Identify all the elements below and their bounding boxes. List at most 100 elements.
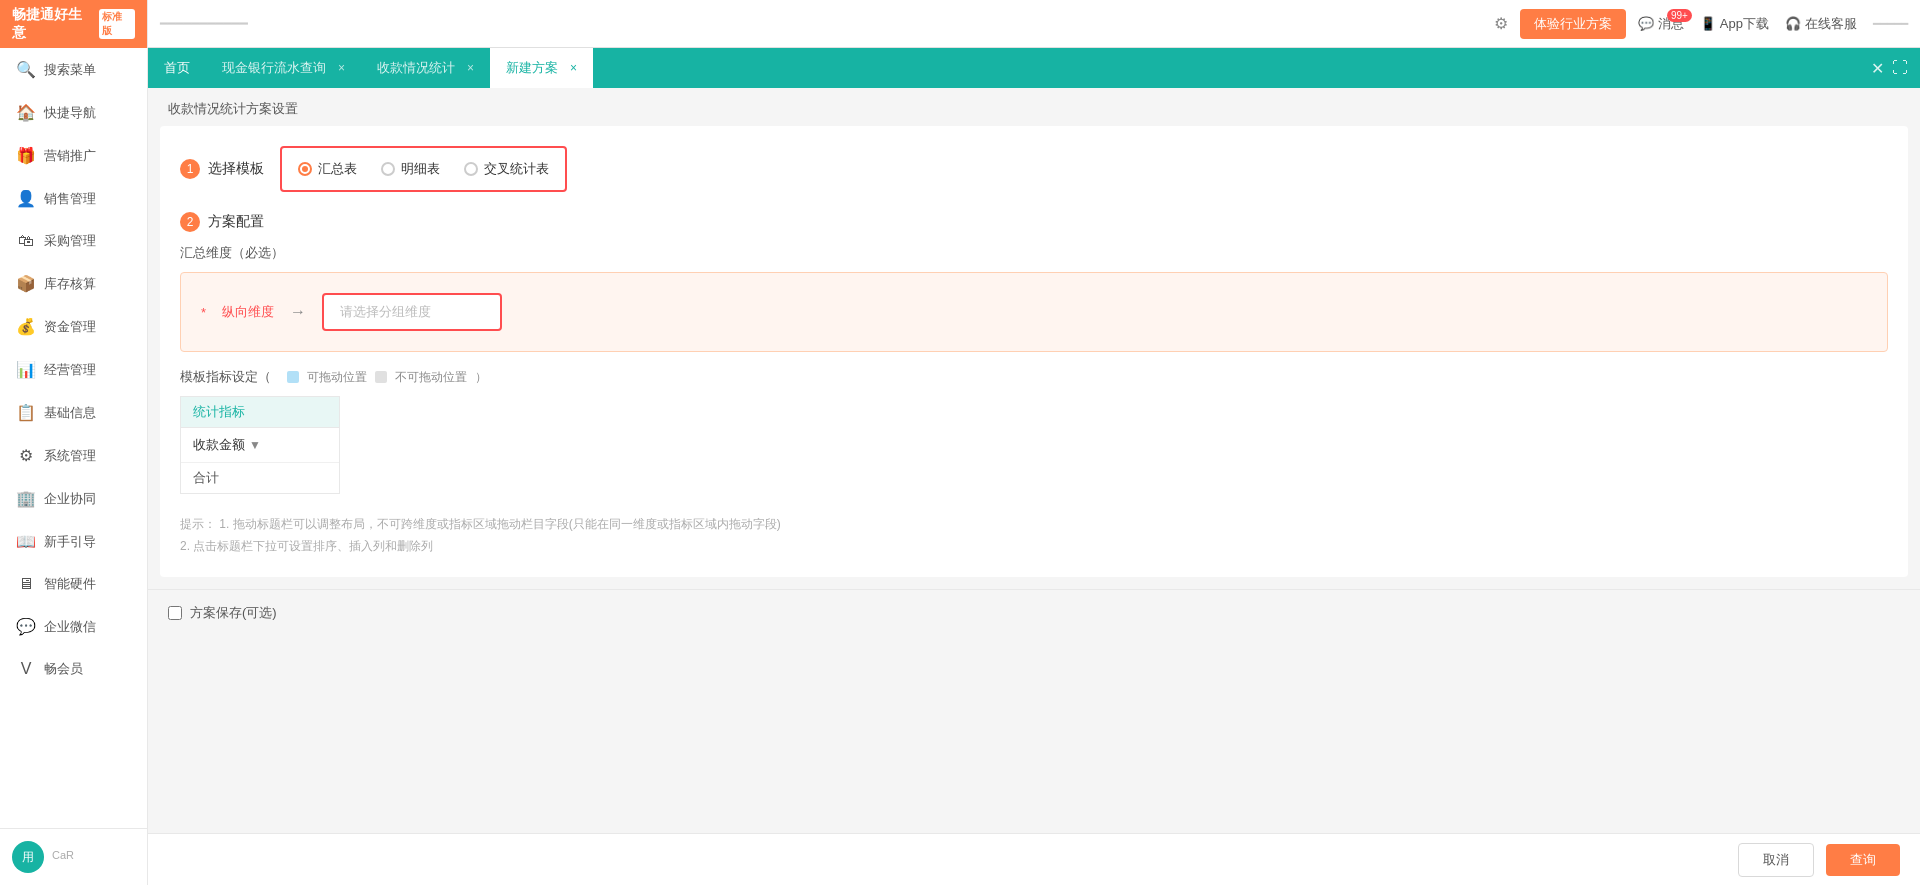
gear-icon: ⚙ [16, 446, 36, 465]
dimension-label: 汇总维度（必选） [180, 244, 1888, 262]
save-checkbox[interactable] [168, 606, 182, 620]
sidebar-item-label: 企业协同 [44, 490, 96, 508]
sidebar-item-label: 系统管理 [44, 447, 96, 465]
radio-cross[interactable]: 交叉统计表 [464, 160, 549, 178]
radio-summary-label: 汇总表 [318, 160, 357, 178]
sidebar-item-label: 畅会员 [44, 660, 83, 678]
user-icon: 👤 [16, 189, 36, 208]
dimension-select[interactable]: 请选择分组维度 [322, 293, 502, 331]
radio-cross-label: 交叉统计表 [484, 160, 549, 178]
metrics-cell-total: 合计 [181, 462, 339, 493]
arrow-icon: → [290, 303, 306, 321]
sidebar-item-search[interactable]: 🔍 搜索菜单 [0, 48, 147, 91]
sidebar-item-marketing[interactable]: 🎁 营销推广 [0, 134, 147, 177]
sidebar-item-label: 销售管理 [44, 190, 96, 208]
close-window-icon[interactable]: ✕ [1871, 59, 1884, 78]
sidebar-item-inventory[interactable]: 📦 库存核算 [0, 262, 147, 305]
radio-summary-dot [298, 162, 312, 176]
sidebar-item-system[interactable]: ⚙ 系统管理 [0, 434, 147, 477]
bag-icon: 🛍 [16, 232, 36, 250]
tab-stats[interactable]: 收款情况统计 × [361, 48, 490, 88]
sidebar-item-label: 基础信息 [44, 404, 96, 422]
sidebar-item-operations[interactable]: 📊 经营管理 [0, 348, 147, 391]
metrics-header-row: 模板指标设定（ 可拖动位置 不可拖动位置 ） [180, 368, 1888, 386]
required-mark: * [201, 305, 206, 320]
topbar-right: 💬 消息 99+ 📱 App下载 🎧 在线客服 ━━━━━ [1638, 15, 1908, 33]
tab-new-label: 新建方案 [506, 59, 558, 77]
radio-detail[interactable]: 明细表 [381, 160, 440, 178]
metrics-cell-amount[interactable]: 收款金额 ▼ [181, 428, 339, 462]
cancel-button[interactable]: 取消 [1738, 843, 1814, 877]
settings-icon[interactable]: ⚙ [1494, 14, 1508, 33]
online-support-label: 在线客服 [1805, 15, 1857, 33]
step2-section: 2 方案配置 汇总维度（必选） * 纵向维度 → 请选择分组维度 [180, 212, 1888, 557]
sidebar-item-label: 采购管理 [44, 232, 96, 250]
tab-home[interactable]: 首页 [148, 48, 206, 88]
radio-cross-dot [464, 162, 478, 176]
dropdown-icon: ▼ [249, 438, 261, 452]
tab-bank-close[interactable]: × [338, 61, 345, 75]
app-download-label: App下载 [1720, 15, 1769, 33]
sidebar-item-sales[interactable]: 👤 销售管理 [0, 177, 147, 220]
template-selection: 汇总表 明细表 交叉统计表 [280, 146, 567, 192]
tab-new[interactable]: 新建方案 × [490, 48, 593, 88]
metrics-table-header: 统计指标 [181, 397, 339, 428]
edition-badge: 标准版 [99, 9, 135, 39]
monitor-icon: 🖥 [16, 575, 36, 593]
headset-icon: 🎧 [1785, 16, 1801, 31]
notification-icon: 💬 [1638, 16, 1654, 31]
tab-stats-close[interactable]: × [467, 61, 474, 75]
step1-badge: 1 [180, 159, 200, 179]
user-avatar[interactable]: 用 [12, 841, 44, 873]
gift-icon: 🎁 [16, 146, 36, 165]
movable-legend-dot [287, 371, 299, 383]
tab-bank[interactable]: 现金银行流水查询 × [206, 48, 361, 88]
vertical-dimension-label: 纵向维度 [222, 303, 274, 321]
sidebar-item-label: 企业微信 [44, 618, 96, 636]
sidebar-item-label: 资金管理 [44, 318, 96, 336]
trial-button[interactable]: 体验行业方案 [1520, 9, 1626, 39]
sidebar-item-quicknav[interactable]: 🏠 快捷导航 [0, 91, 147, 134]
topbar: ━━━━━━━━━━━ ⚙ 体验行业方案 💬 消息 99+ 📱 App下载 🎧 … [148, 0, 1920, 48]
content-area: 收款情况统计方案设置 1 选择模板 汇总表 明细表 [148, 88, 1920, 833]
metrics-section: 模板指标设定（ 可拖动位置 不可拖动位置 ） 统计指标 收款金额 [180, 368, 1888, 494]
sidebar-item-guide[interactable]: 📖 新手引导 [0, 520, 147, 563]
list-icon: 📋 [16, 403, 36, 422]
tips-section: 提示： 1. 拖动标题栏可以调整布局，不可跨维度或指标区域拖动栏目字段(只能在同… [180, 514, 1888, 557]
save-row: 方案保存(可选) [148, 589, 1920, 636]
step2-label: 方案配置 [208, 213, 264, 231]
save-label: 方案保存(可选) [190, 604, 277, 622]
notification-button[interactable]: 💬 消息 99+ [1638, 15, 1684, 33]
close-paren: ） [475, 369, 487, 386]
fixed-legend-label: 不可拖动位置 [395, 369, 467, 386]
app-name: 畅捷通好生意 [12, 6, 95, 42]
expand-window-icon[interactable]: ⛶ [1892, 59, 1908, 77]
user-info: ━━━━━ [1873, 17, 1908, 31]
sidebar-bottom-label: CaR [52, 849, 74, 873]
building-icon: 🏢 [16, 489, 36, 508]
step1-label: 选择模板 [208, 160, 264, 178]
chart-icon: 📊 [16, 360, 36, 379]
tab-home-label: 首页 [164, 59, 190, 77]
sidebar-item-purchase[interactable]: 🛍 采购管理 [0, 220, 147, 262]
sidebar-item-member[interactable]: V 畅会员 [0, 648, 147, 690]
tab-new-close[interactable]: × [570, 61, 577, 75]
query-button[interactable]: 查询 [1826, 844, 1900, 876]
sidebar-item-wechat[interactable]: 💬 企业微信 [0, 605, 147, 648]
breadcrumb: ━━━━━━━━━━━ [160, 16, 1482, 31]
tab-bank-label: 现金银行流水查询 [222, 59, 326, 77]
tips-line2: 2. 点击标题栏下拉可设置排序、插入列和删除列 [180, 536, 1888, 558]
sidebar-item-label: 营销推广 [44, 147, 96, 165]
tab-stats-label: 收款情况统计 [377, 59, 455, 77]
home-icon: 🏠 [16, 103, 36, 122]
radio-summary[interactable]: 汇总表 [298, 160, 357, 178]
sidebar-item-hardware[interactable]: 🖥 智能硬件 [0, 563, 147, 605]
sidebar-item-capital[interactable]: 💰 资金管理 [0, 305, 147, 348]
sidebar-item-basic[interactable]: 📋 基础信息 [0, 391, 147, 434]
online-support-button[interactable]: 🎧 在线客服 [1785, 15, 1857, 33]
crown-icon: V [16, 660, 36, 678]
app-download-button[interactable]: 📱 App下载 [1700, 15, 1769, 33]
step2-badge: 2 [180, 212, 200, 232]
sidebar-item-enterprise[interactable]: 🏢 企业协同 [0, 477, 147, 520]
dimension-row: * 纵向维度 → 请选择分组维度 [201, 293, 502, 331]
